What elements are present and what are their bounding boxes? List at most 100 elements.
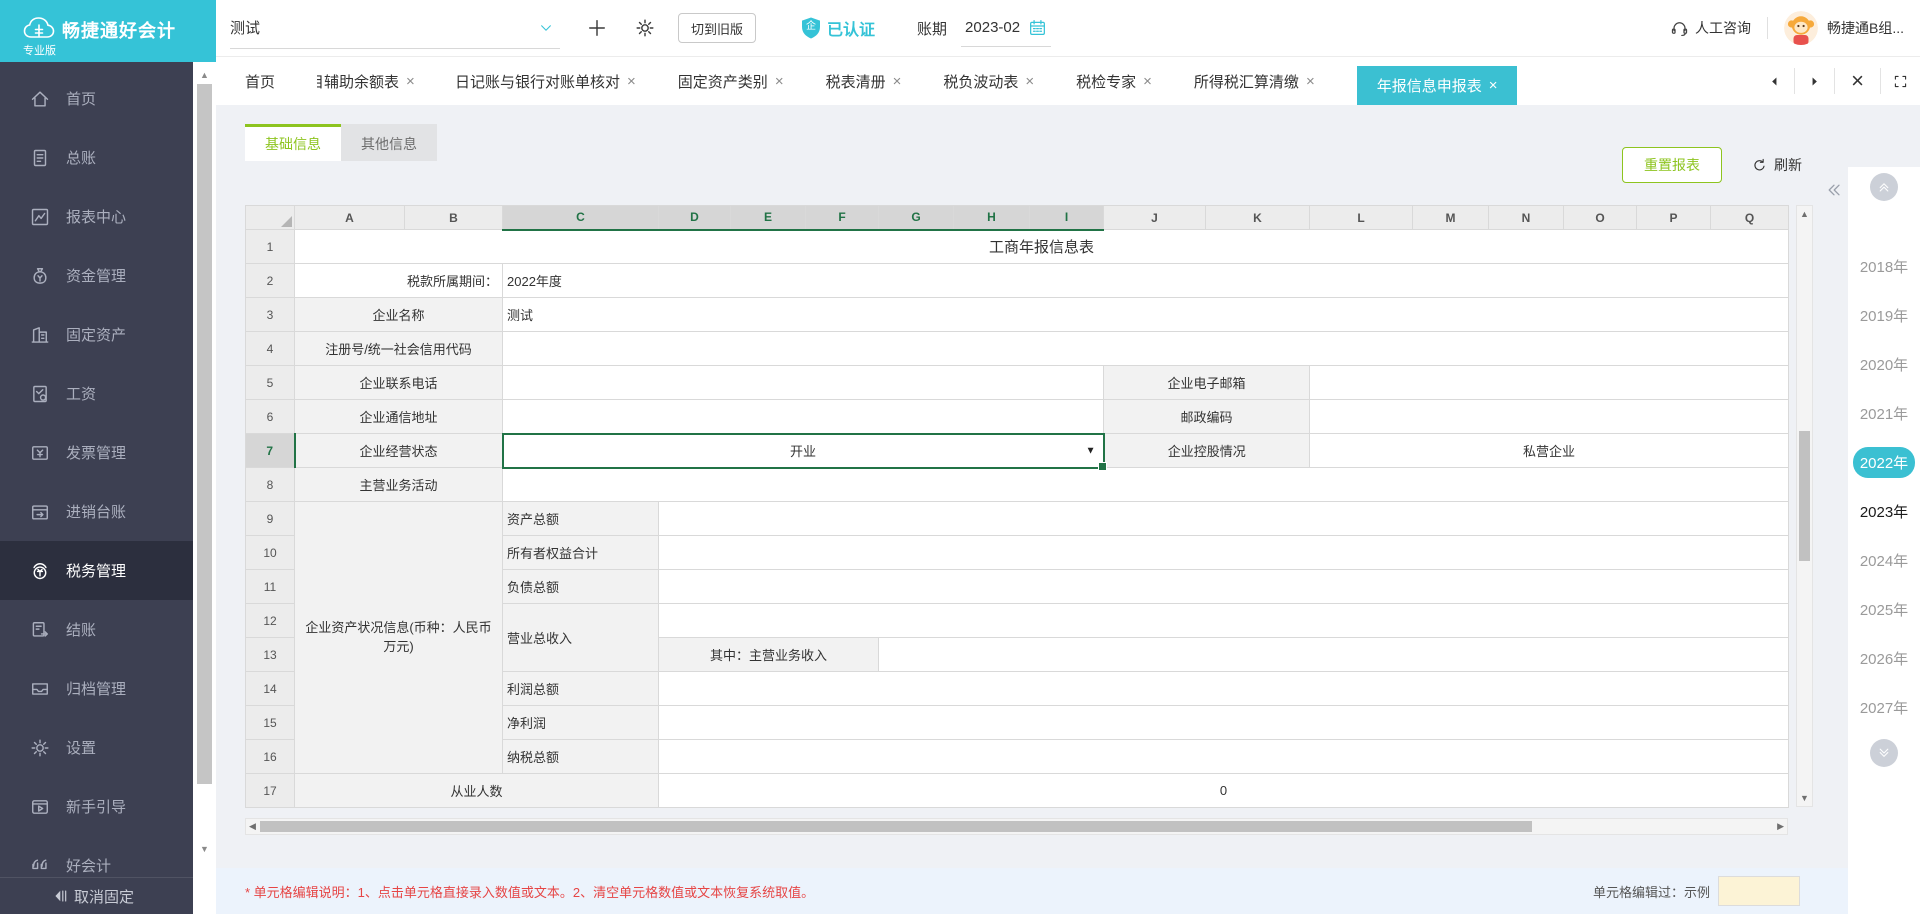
year-item-2023年[interactable]: 2023年 [1848, 487, 1920, 536]
tab-close-icon[interactable]: × [406, 73, 415, 90]
column-header-B[interactable]: B [404, 205, 503, 230]
sheet-cell[interactable]: 邮政编码 [1103, 399, 1310, 434]
sheet-cell[interactable] [658, 535, 1789, 570]
sheet-cell[interactable]: 纳税总额 [502, 739, 659, 774]
sidebar-item-资金管理[interactable]: 资金管理 [0, 246, 193, 305]
sheet-cell[interactable]: 其中：主营业务收入 [658, 637, 879, 672]
sheet-cell[interactable]: 营业总收入 [502, 603, 659, 672]
sidebar-item-结账[interactable]: 结账 [0, 600, 193, 659]
row-header-9[interactable]: 9 [245, 501, 295, 536]
sheet-cell[interactable]: 私营企业 [1309, 433, 1789, 468]
row-header-8[interactable]: 8 [245, 467, 295, 502]
avatar[interactable] [1783, 11, 1818, 45]
column-header-H[interactable]: H [953, 205, 1030, 231]
vertical-scrollbar[interactable]: ▲ ▼ [1796, 205, 1813, 807]
scroll-right-icon[interactable]: ▶ [1777, 821, 1784, 832]
tab-close-icon[interactable]: × [1306, 73, 1315, 90]
years-earlier-button[interactable] [1870, 173, 1898, 201]
sidebar-item-进销台账[interactable]: 进销台账 [0, 482, 193, 541]
sidebar-item-首页[interactable]: 首页 [0, 69, 193, 128]
sheet-cell[interactable] [658, 501, 1789, 536]
vertical-scrollbar-thumb[interactable] [1799, 431, 1810, 561]
tab-税负波动表[interactable]: 税负波动表 × [943, 57, 1034, 105]
support-button[interactable]: 人工咨询 [1670, 18, 1751, 38]
sidebar-item-报表中心[interactable]: 报表中心 [0, 187, 193, 246]
sheet-cell[interactable] [502, 467, 1789, 502]
sheet-cell[interactable]: 测试 [502, 297, 1789, 332]
sheet-cell[interactable]: 注册号/统一社会信用代码 [294, 331, 503, 366]
unpin-sidebar-button[interactable]: 取消固定 [0, 877, 193, 914]
column-header-C[interactable]: C [502, 205, 659, 231]
sheet-cell[interactable]: 从业人数 [294, 773, 659, 808]
column-header-P[interactable]: P [1636, 205, 1711, 230]
sheet-cell[interactable] [658, 603, 1789, 638]
row-header-15[interactable]: 15 [245, 705, 295, 740]
tab-日记账与银行对账单核对[interactable]: 日记账与银行对账单核对 × [455, 57, 636, 105]
scroll-left-icon[interactable]: ◀ [249, 821, 256, 832]
sidebar-item-固定资产[interactable]: 固定资产 [0, 305, 193, 364]
switch-to-old-version-button[interactable]: 切到旧版 [678, 13, 757, 43]
year-item-2025年[interactable]: 2025年 [1848, 585, 1920, 634]
user-name[interactable]: 畅捷通B组... [1827, 18, 1904, 38]
sheet-cell[interactable]: 企业通信地址 [294, 399, 503, 434]
subtab-基础信息[interactable]: 基础信息 [245, 124, 341, 161]
row-header-4[interactable]: 4 [245, 331, 295, 366]
settings-gear-icon[interactable] [634, 17, 656, 39]
collapse-panel-icon[interactable] [1824, 179, 1844, 201]
sheet-cell[interactable]: 0 [658, 773, 1789, 808]
column-header-O[interactable]: O [1563, 205, 1637, 230]
sidebar-item-新手引导[interactable]: 新手引导 [0, 777, 193, 836]
sidebar-item-税务管理[interactable]: 税务管理 [0, 541, 193, 600]
sheet-cell[interactable]: 企业名称 [294, 297, 503, 332]
sheet-cell[interactable]: 所有者权益合计 [502, 535, 659, 570]
years-later-button[interactable] [1870, 739, 1898, 767]
sheet-cell[interactable]: 工商年报信息表 [294, 229, 1789, 264]
sheet-cell[interactable] [878, 637, 1789, 672]
sheet-cell[interactable]: 企业资产状况信息(币种：人民币万元) [294, 501, 503, 774]
sheet-cell[interactable] [658, 671, 1789, 706]
tab-close-icon[interactable]: × [627, 73, 636, 90]
row-header-11[interactable]: 11 [245, 569, 295, 604]
sheet-cell[interactable]: 主营业务活动 [294, 467, 503, 502]
sheet-cell[interactable]: 企业电子邮箱 [1103, 365, 1310, 400]
close-all-tabs-icon[interactable]: × [1834, 68, 1880, 94]
add-account-set-icon[interactable] [586, 17, 608, 39]
active-cell-dropdown[interactable]: 开业 ▼ [501, 432, 1108, 472]
horizontal-scrollbar[interactable]: ◀ ▶ [245, 818, 1788, 835]
row-header-1[interactable]: 1 [245, 229, 295, 264]
sheet-cell[interactable] [502, 399, 1104, 434]
sheet-cell[interactable]: 企业联系电话 [294, 365, 503, 400]
year-item-2020年[interactable]: 2020年 [1848, 340, 1920, 389]
sidebar-item-归档管理[interactable]: 归档管理 [0, 659, 193, 718]
year-item-2022年[interactable]: 2022年 [1848, 438, 1920, 487]
column-header-F[interactable]: F [805, 205, 879, 231]
row-header-6[interactable]: 6 [245, 399, 295, 434]
row-header-3[interactable]: 3 [245, 297, 295, 332]
scroll-down-icon[interactable]: ▼ [1797, 793, 1812, 803]
row-header-14[interactable]: 14 [245, 671, 295, 706]
sidebar-item-发票管理[interactable]: 发票管理 [0, 423, 193, 482]
sheet-cell[interactable]: 资产总额 [502, 501, 659, 536]
row-header-12[interactable]: 12 [245, 603, 295, 638]
sidebar-item-工资[interactable]: 工资 [0, 364, 193, 423]
sidebar-scrollbar-thumb[interactable] [197, 84, 212, 784]
tab-所得税汇算清缴[interactable]: 所得税汇算清缴 × [1194, 57, 1315, 105]
fullscreen-icon[interactable] [1880, 68, 1920, 94]
column-header-K[interactable]: K [1205, 205, 1310, 230]
column-header-N[interactable]: N [1488, 205, 1564, 230]
company-selector[interactable]: 测试 [230, 7, 560, 49]
period-selector[interactable]: 2023-02 [961, 9, 1052, 47]
select-all-corner[interactable] [245, 205, 295, 230]
column-header-D[interactable]: D [658, 205, 731, 231]
column-header-M[interactable]: M [1412, 205, 1489, 230]
sheet-cell[interactable] [502, 331, 1789, 366]
tab-税表清册[interactable]: 税表清册 × [826, 57, 902, 105]
column-header-G[interactable]: G [878, 205, 954, 231]
scroll-down-icon[interactable]: ▼ [193, 844, 216, 854]
tab-税检专家[interactable]: 税检专家 × [1076, 57, 1152, 105]
sheet-cell[interactable]: 2022年度 [502, 263, 1789, 298]
column-header-L[interactable]: L [1309, 205, 1413, 230]
sheet-cell[interactable]: 净利润 [502, 705, 659, 740]
column-header-Q[interactable]: Q [1710, 205, 1789, 230]
tab-年报信息申报表[interactable]: 年报信息申报表 × [1356, 66, 1518, 105]
